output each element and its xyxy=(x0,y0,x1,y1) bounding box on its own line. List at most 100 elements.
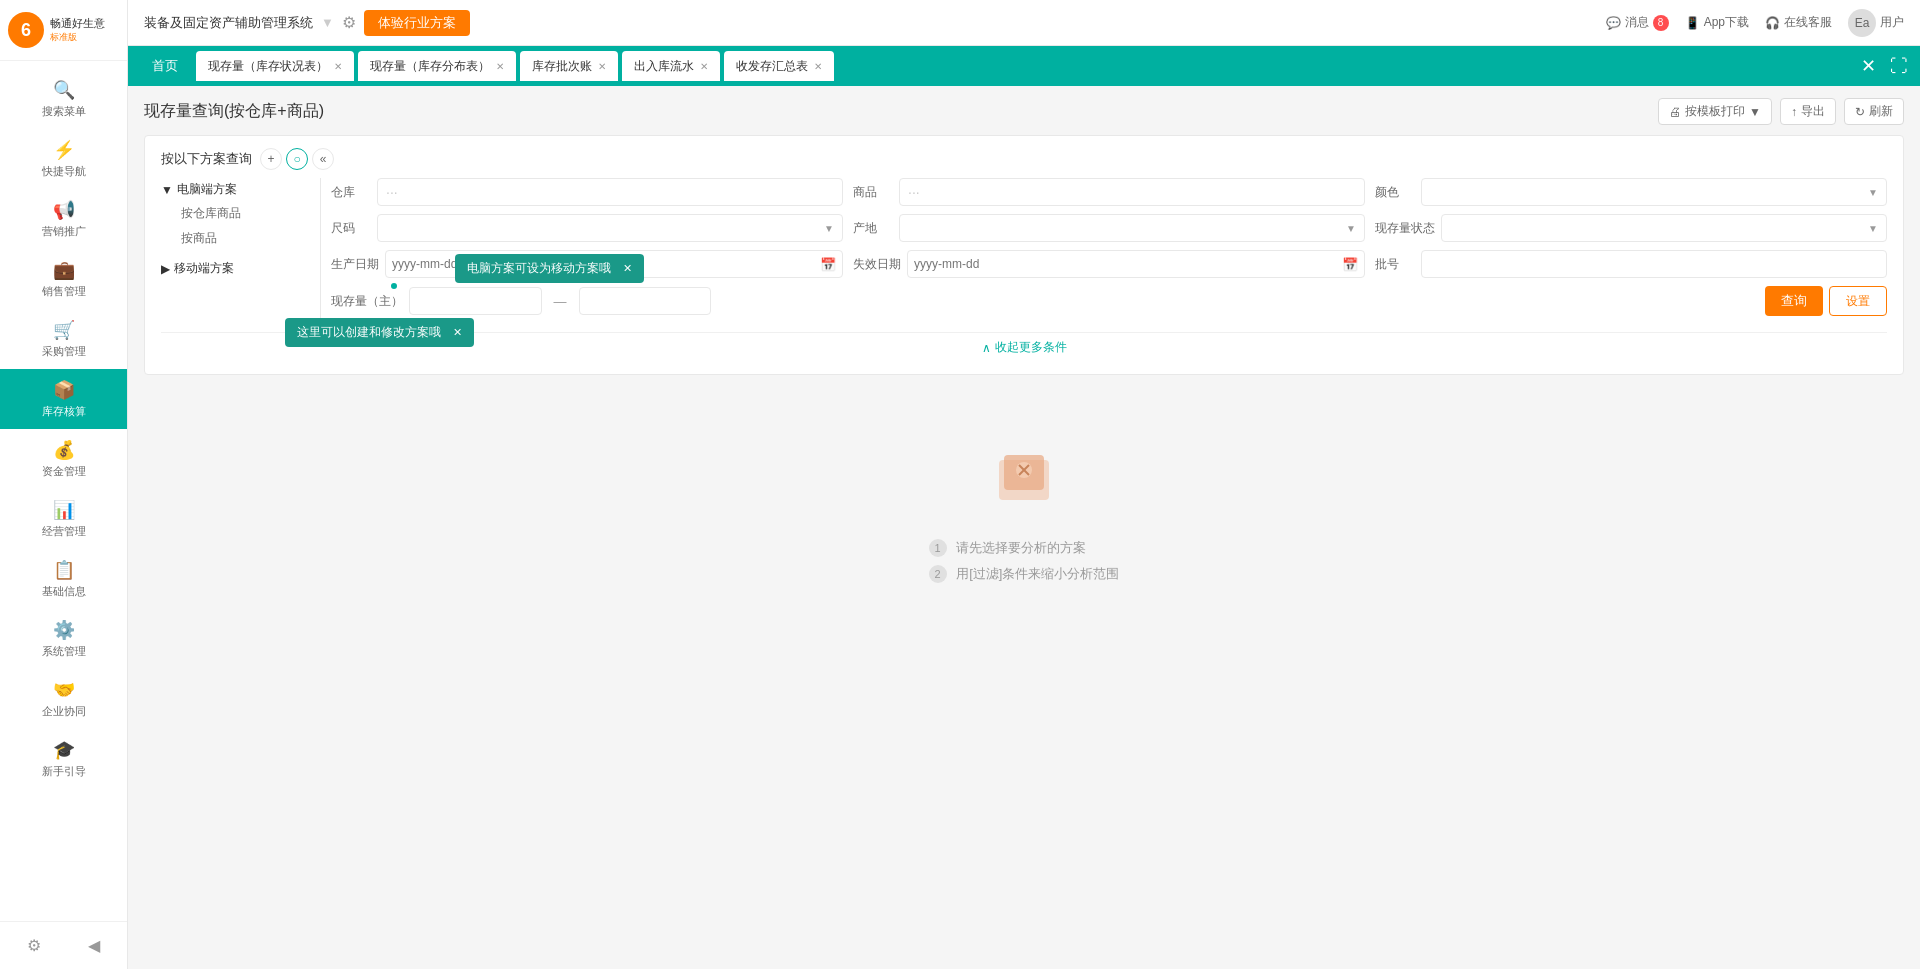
size-select[interactable]: ▼ xyxy=(377,214,843,242)
maximize-btn[interactable]: ⛶ xyxy=(1886,56,1912,77)
filter-stock-main: 现存量（主） — xyxy=(331,287,711,315)
filter-row-4: 现存量（主） — 查询 设置 xyxy=(331,286,1887,316)
phone-icon: 📱 xyxy=(1685,16,1700,30)
sidebar-item-finance[interactable]: 💰 资金管理 xyxy=(0,429,127,489)
filter-area: 电脑方案可设为移动方案哦 ✕ 这里可以创建和修改方案哦 ✕ 按以下方案查询 + … xyxy=(144,135,1904,375)
calendar-icon-2: 📅 xyxy=(1342,257,1358,272)
messages-button[interactable]: 💬 消息 8 xyxy=(1606,14,1669,31)
collapse-sidebar-button[interactable]: ◀ xyxy=(84,932,104,959)
online-support-button[interactable]: 🎧 在线客服 xyxy=(1765,14,1832,31)
purchase-icon: 🛒 xyxy=(53,319,75,341)
scheme-pc-item-2[interactable]: 按商品 xyxy=(161,226,310,251)
filter-header: 按以下方案查询 + ○ « xyxy=(161,148,1887,170)
user-area[interactable]: Ea 用户 xyxy=(1848,9,1904,37)
message-badge: 8 xyxy=(1653,15,1669,31)
logo-icon: 6 xyxy=(8,12,44,48)
sidebar-item-enterprise[interactable]: 🤝 企业协同 xyxy=(0,669,127,729)
warehouse-select[interactable]: ··· xyxy=(377,178,843,206)
step-2: 2 用[过滤]条件来缩小分析范围 xyxy=(929,561,1120,587)
export-button[interactable]: ↑ 导出 xyxy=(1780,98,1836,125)
refresh-button[interactable]: ↻ 刷新 xyxy=(1844,98,1904,125)
tab-summary[interactable]: 收发存汇总表 ✕ xyxy=(724,51,834,81)
batch-input[interactable] xyxy=(1421,250,1887,278)
tab-close-3[interactable]: ✕ xyxy=(598,61,606,72)
tooltip2-close[interactable]: ✕ xyxy=(453,326,462,339)
sidebar-item-search[interactable]: 🔍 搜索菜单 xyxy=(0,69,127,129)
step-num-2: 2 xyxy=(929,565,947,583)
empty-illustration xyxy=(984,435,1064,515)
page-title-bar: 现存量查询(按仓库+商品) 🖨 按模板打印 ▼ ↑ 导出 ↻ 刷新 xyxy=(144,98,1904,125)
page-title-actions: 🖨 按模板打印 ▼ ↑ 导出 ↻ 刷新 xyxy=(1658,98,1904,125)
marketing-icon: 📢 xyxy=(53,199,75,221)
sidebar-footer: ⚙ ◀ xyxy=(0,921,127,969)
sidebar-item-operations[interactable]: 📊 经营管理 xyxy=(0,489,127,549)
empty-state: 1 请先选择要分析的方案 2 用[过滤]条件来缩小分析范围 xyxy=(144,375,1904,647)
expire-date-input-wrap[interactable]: 📅 xyxy=(907,250,1365,278)
sidebar-item-basic-info[interactable]: 📋 基础信息 xyxy=(0,549,127,609)
sidebar-item-system[interactable]: ⚙️ 系统管理 xyxy=(0,609,127,669)
stock-max-input[interactable] xyxy=(579,287,712,315)
basic-info-icon: 📋 xyxy=(53,559,75,581)
expand-icon-mobile: ▶ xyxy=(161,262,170,276)
tab-inventory-dist[interactable]: 现存量（库存分布表） ✕ xyxy=(358,51,516,81)
template-print-button[interactable]: 🖨 按模板打印 ▼ xyxy=(1658,98,1772,125)
dropdown-icon: ▼ xyxy=(1749,105,1761,119)
filter-warehouse: 仓库 ··· xyxy=(331,178,843,206)
sidebar-item-guide[interactable]: 🎓 新手引导 xyxy=(0,729,127,789)
filter-color: 颜色 ▼ xyxy=(1375,178,1887,206)
app-download-button[interactable]: 📱 App下载 xyxy=(1685,14,1749,31)
header-left: 装备及固定资产辅助管理系统 ▼ ⚙ 体验行业方案 xyxy=(144,10,470,36)
page-inner: 现存量查询(按仓库+商品) 🖨 按模板打印 ▼ ↑ 导出 ↻ 刷新 xyxy=(128,86,1920,659)
batch-label: 批号 xyxy=(1375,256,1415,273)
chevron-size-icon: ▼ xyxy=(824,223,834,234)
tab-flow[interactable]: 出入库流水 ✕ xyxy=(622,51,720,81)
expire-date-input[interactable] xyxy=(914,257,1338,271)
sidebar-item-purchase[interactable]: 🛒 采购管理 xyxy=(0,309,127,369)
settings-button[interactable]: ⚙ xyxy=(23,932,45,959)
stock-status-select[interactable]: ▼ xyxy=(1441,214,1887,242)
scheme-mobile-header[interactable]: ▶ 移动端方案 xyxy=(161,257,310,280)
chevron-down-icon: ▼ xyxy=(1868,187,1878,198)
query-buttons: 查询 设置 xyxy=(1765,286,1887,316)
back-scheme-button[interactable]: « xyxy=(312,148,334,170)
close-tab-btn[interactable]: ✕ xyxy=(1857,55,1880,77)
header-right: 💬 消息 8 📱 App下载 🎧 在线客服 Ea 用户 xyxy=(1606,9,1904,37)
goods-select[interactable]: ··· xyxy=(899,178,1365,206)
sidebar-item-inventory[interactable]: 📦 库存核算 xyxy=(0,369,127,429)
filter-actions: + ○ « xyxy=(260,148,334,170)
add-scheme-button[interactable]: + xyxy=(260,148,282,170)
reset-button[interactable]: 设置 xyxy=(1829,286,1887,316)
scheme-section-pc: ▼ 电脑端方案 按仓库商品 按商品 xyxy=(161,178,310,251)
filter-scheme-area: ▼ 电脑端方案 按仓库商品 按商品 ▶ 移动端方案 xyxy=(161,178,1887,324)
filter-goods: 商品 ··· xyxy=(853,178,1365,206)
chevron-origin-icon: ▼ xyxy=(1346,223,1356,234)
finance-icon: 💰 xyxy=(53,439,75,461)
sidebar-nav: 🔍 搜索菜单 ⚡ 快捷导航 📢 营销推广 💼 销售管理 🛒 采购管理 📦 库存核… xyxy=(0,61,127,921)
tab-close-4[interactable]: ✕ xyxy=(700,61,708,72)
settings-gear-icon[interactable]: ⚙ xyxy=(342,13,356,32)
expand-icon: ▼ xyxy=(161,183,173,197)
scheme-pc-header[interactable]: ▼ 电脑端方案 xyxy=(161,178,310,201)
color-select[interactable]: ▼ xyxy=(1421,178,1887,206)
tab-home[interactable]: 首页 xyxy=(136,46,194,86)
page-content: 现存量查询(按仓库+商品) 🖨 按模板打印 ▼ ↑ 导出 ↻ 刷新 xyxy=(128,86,1920,969)
trial-button[interactable]: 体验行业方案 xyxy=(364,10,470,36)
scheme-pc-item-1[interactable]: 按仓库商品 xyxy=(161,201,310,226)
sidebar-item-sales[interactable]: 💼 销售管理 xyxy=(0,249,127,309)
expire-date-label: 失效日期 xyxy=(853,256,901,273)
tab-close-1[interactable]: ✕ xyxy=(334,61,342,72)
edit-scheme-button[interactable]: ○ xyxy=(286,148,308,170)
tab-close-2[interactable]: ✕ xyxy=(496,61,504,72)
size-label: 尺码 xyxy=(331,220,371,237)
tab-inventory-status[interactable]: 现存量（库存状况表） ✕ xyxy=(196,51,354,81)
sidebar-item-marketing[interactable]: 📢 营销推广 xyxy=(0,189,127,249)
warehouse-dots: ··· xyxy=(386,184,398,200)
tooltip1-close[interactable]: ✕ xyxy=(623,262,632,275)
tab-close-5[interactable]: ✕ xyxy=(814,61,822,72)
stock-min-input[interactable] xyxy=(409,287,542,315)
tab-batch-ledger[interactable]: 库存批次账 ✕ xyxy=(520,51,618,81)
headset-icon: 🎧 xyxy=(1765,16,1780,30)
query-button[interactable]: 查询 xyxy=(1765,286,1823,316)
sidebar-item-quicknav[interactable]: ⚡ 快捷导航 xyxy=(0,129,127,189)
origin-select[interactable]: ▼ xyxy=(899,214,1365,242)
